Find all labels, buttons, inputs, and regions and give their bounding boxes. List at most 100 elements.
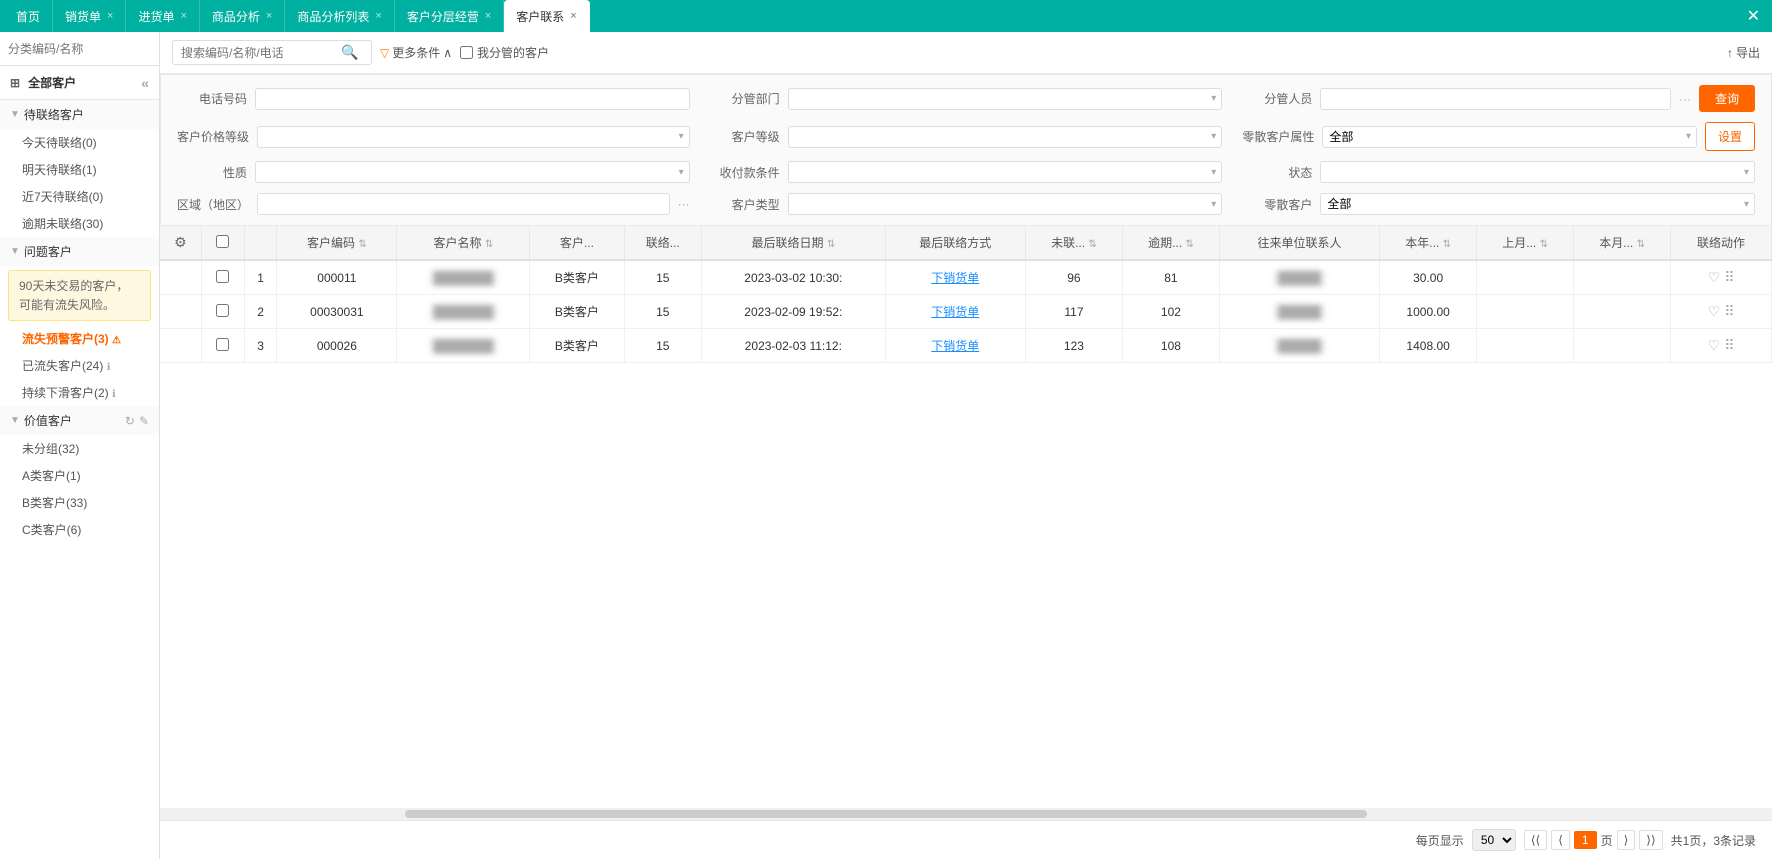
row-checkbox[interactable] xyxy=(216,304,229,317)
tab-customer-tier[interactable]: 客户分层经营 × xyxy=(395,0,504,32)
chat-icon[interactable]: ♡ xyxy=(1708,337,1721,354)
sidebar-item-today-contact[interactable]: 今天待联络(0) xyxy=(0,129,159,156)
region-input[interactable] xyxy=(257,193,670,215)
sidebar-item-class-b[interactable]: B类客户(33) xyxy=(0,489,159,516)
select-all-checkbox[interactable] xyxy=(216,235,229,248)
horizontal-scrollbar[interactable] xyxy=(160,808,1772,820)
row-name-cell: ███████ xyxy=(397,260,530,295)
phone-input[interactable] xyxy=(255,88,690,110)
row-checkbox-cell[interactable] xyxy=(201,260,244,295)
customer-type-select[interactable] xyxy=(788,193,1223,215)
menu-icon[interactable]: ⠿ xyxy=(1724,303,1734,320)
menu-icon[interactable]: ⠿ xyxy=(1724,337,1734,354)
col-settings[interactable]: ⚙ xyxy=(160,226,201,260)
col-checkbox[interactable] xyxy=(201,226,244,260)
zero-customer-select[interactable]: 全部 xyxy=(1320,193,1755,215)
sidebar-search-input[interactable] xyxy=(8,42,160,56)
tab-home[interactable]: 首页 xyxy=(4,0,53,32)
close-icon[interactable]: × xyxy=(485,10,491,22)
last-page-btn[interactable]: ⟩⟩ xyxy=(1639,830,1662,850)
col-not-contacted[interactable]: 未联... ⇅ xyxy=(1025,226,1122,260)
more-conditions-btn[interactable]: ▽ 更多条件 ∧ xyxy=(380,44,452,61)
sidebar-item-tomorrow-contact[interactable]: 明天待联络(1) xyxy=(0,156,159,183)
contact-method-link[interactable]: 下销货单 xyxy=(931,271,979,285)
my-customers-checkbox-wrap[interactable]: 我分管的客户 xyxy=(460,44,549,61)
col-contact[interactable]: 联络... xyxy=(624,226,702,260)
chat-icon[interactable]: ♡ xyxy=(1708,303,1721,320)
row-this-month-cell xyxy=(1574,295,1671,329)
settings-gear-icon[interactable]: ⚙ xyxy=(174,234,187,251)
tab-product-analysis-list[interactable]: 商品分析列表 × xyxy=(285,0,394,32)
tab-customer-contact[interactable]: 客户联系 × xyxy=(504,0,589,32)
contact-method-link[interactable]: 下销货单 xyxy=(931,305,979,319)
search-icon[interactable]: 🔍 xyxy=(341,44,358,61)
sidebar-item-declining[interactable]: 持续下滑客户(2) ℹ xyxy=(0,379,159,406)
tab-sales-order[interactable]: 销货单 × xyxy=(53,0,126,32)
close-icon[interactable]: × xyxy=(570,10,576,22)
settings-button[interactable]: 设置 xyxy=(1705,122,1755,151)
sidebar-item-ungrouped[interactable]: 未分组(32) xyxy=(0,435,159,462)
sidebar-section-value[interactable]: ▼ 价值客户 ↻ ✎ xyxy=(0,406,159,435)
next-page-btn[interactable]: ⟩ xyxy=(1617,830,1636,850)
sidebar-all-customers[interactable]: ⊞ 全部客户 « xyxy=(0,66,159,100)
sidebar-item-churned[interactable]: 已流失客户(24) ℹ xyxy=(0,352,159,379)
filter-row-zero-customer: 零散客户 全部 ▾ xyxy=(1242,193,1755,215)
col-last-method[interactable]: 最后联络方式 xyxy=(885,226,1025,260)
search-input[interactable] xyxy=(181,46,341,60)
export-btn[interactable]: ↑ 导出 xyxy=(1727,44,1760,61)
more-icon[interactable]: ··· xyxy=(1679,92,1691,106)
collapse-icon[interactable]: « xyxy=(141,75,149,91)
menu-icon[interactable]: ⠿ xyxy=(1724,269,1734,286)
scrollbar-thumb[interactable] xyxy=(405,810,1367,818)
per-page-select[interactable]: 50 xyxy=(1472,829,1516,851)
person-input[interactable] xyxy=(1320,88,1671,110)
sidebar-section-problem[interactable]: ▼ 问题客户 xyxy=(0,237,159,266)
contact-method-link[interactable]: 下销货单 xyxy=(931,339,979,353)
window-close-icon[interactable]: ✕ xyxy=(1739,6,1768,26)
price-level-select[interactable] xyxy=(257,126,690,148)
close-icon[interactable]: × xyxy=(180,10,186,22)
row-type-cell: B类客户 xyxy=(530,329,624,363)
col-type[interactable]: 客户... xyxy=(530,226,624,260)
col-overdue[interactable]: 逾期... ⇅ xyxy=(1122,226,1219,260)
col-this-year[interactable]: 本年... ⇅ xyxy=(1380,226,1477,260)
dept-select[interactable] xyxy=(788,88,1223,110)
nature-select[interactable] xyxy=(255,161,690,183)
sidebar: 🔍 ⊞ 全部客户 « ▼ 待联络客户 今天待联络(0) 明天待联络(1) 近7天… xyxy=(0,32,160,859)
chat-icon[interactable]: ♡ xyxy=(1708,269,1721,286)
tab-product-analysis[interactable]: 商品分析 × xyxy=(200,0,285,32)
first-page-btn[interactable]: ⟨⟨ xyxy=(1524,830,1547,850)
close-icon[interactable]: × xyxy=(107,10,113,22)
col-last-month[interactable]: 上月... ⇅ xyxy=(1477,226,1574,260)
close-icon[interactable]: × xyxy=(375,10,381,22)
sidebar-item-class-c[interactable]: C类客户(6) xyxy=(0,516,159,543)
col-last-date[interactable]: 最后联络日期 ⇅ xyxy=(702,226,885,260)
col-name[interactable]: 客户名称 ⇅ xyxy=(397,226,530,260)
more-icon[interactable]: ··· xyxy=(678,197,690,211)
zero-attr-select[interactable]: 全部 xyxy=(1322,126,1697,148)
sidebar-section-pending[interactable]: ▼ 待联络客户 xyxy=(0,100,159,129)
row-checkbox-cell[interactable] xyxy=(201,329,244,363)
edit-icon[interactable]: ✎ xyxy=(139,414,149,428)
close-icon[interactable]: × xyxy=(266,10,272,22)
my-customers-checkbox[interactable] xyxy=(460,46,473,59)
row-checkbox[interactable] xyxy=(216,338,229,351)
status-select[interactable] xyxy=(1320,161,1755,183)
tab-purchase-order[interactable]: 进货单 × xyxy=(126,0,199,32)
sidebar-item-overdue-contact[interactable]: 逾期未联络(30) xyxy=(0,210,159,237)
payment-select[interactable] xyxy=(788,161,1223,183)
col-unit-contact[interactable]: 往来单位联系人 xyxy=(1219,226,1379,260)
customer-level-select[interactable] xyxy=(788,126,1223,148)
refresh-icon[interactable]: ↻ xyxy=(125,414,135,428)
sidebar-item-class-a[interactable]: A类客户(1) xyxy=(0,462,159,489)
col-code[interactable]: 客户编码 ⇅ xyxy=(277,226,397,260)
row-contact-cell: 15 xyxy=(624,329,702,363)
row-not-contacted-cell: 117 xyxy=(1025,295,1122,329)
prev-page-btn[interactable]: ⟨ xyxy=(1551,830,1570,850)
query-button[interactable]: 查询 xyxy=(1699,85,1755,112)
col-this-month[interactable]: 本月... ⇅ xyxy=(1574,226,1671,260)
row-checkbox[interactable] xyxy=(216,270,229,283)
sidebar-item-churn-warning[interactable]: 流失预警客户(3) ⚠ xyxy=(0,325,159,352)
row-checkbox-cell[interactable] xyxy=(201,295,244,329)
sidebar-item-7day-contact[interactable]: 近7天待联络(0) xyxy=(0,183,159,210)
